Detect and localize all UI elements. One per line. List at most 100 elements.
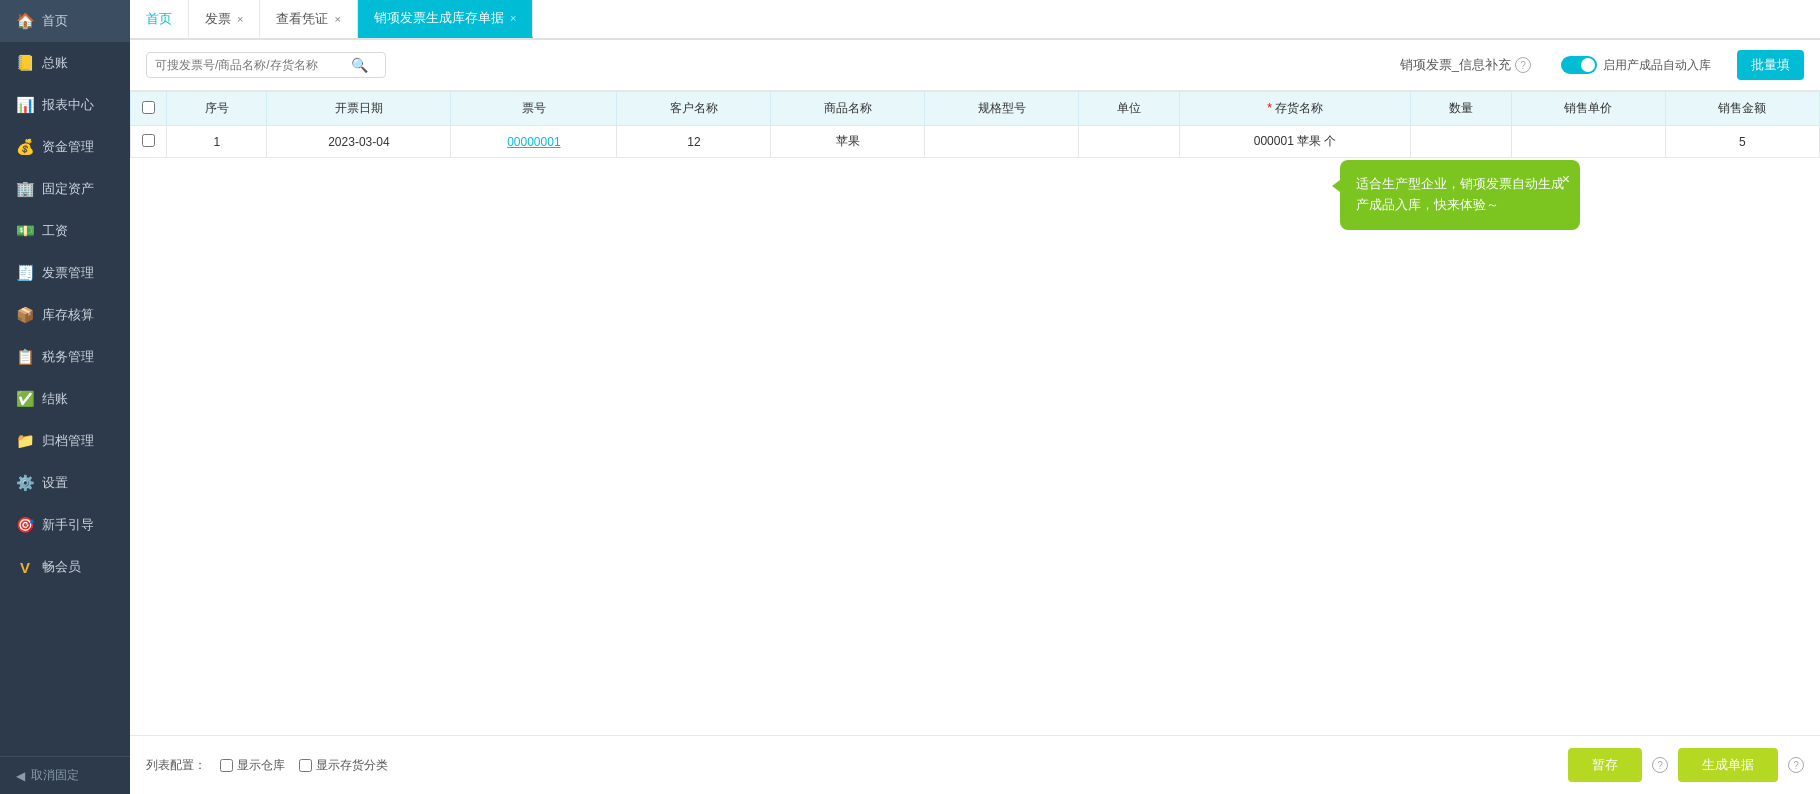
generate-info-icon[interactable]: ? — [1788, 757, 1804, 773]
fund-icon: 💰 — [16, 138, 34, 156]
tooltip-bubble: × 适合生产型企业，销项发票自动生成产成品入库，快来体验～ — [1340, 160, 1580, 230]
save-button[interactable]: 暂存 — [1568, 748, 1642, 782]
ledger-icon: 📒 — [16, 54, 34, 72]
sidebar-item-fund-management[interactable]: 💰 资金管理 — [0, 126, 130, 168]
sidebar-item-report-center[interactable]: 📊 报表中心 — [0, 84, 130, 126]
toggle-area: 启用产成品自动入库 — [1561, 56, 1711, 74]
tab-cancel-invoice[interactable]: 销项发票生成库存单据 × — [358, 0, 533, 38]
th-inventory-name: 存货名称 — [1179, 92, 1411, 126]
building-icon: 🏢 — [16, 180, 34, 198]
sidebar-item-label: 资金管理 — [42, 138, 94, 156]
th-product-name: 商品名称 — [771, 92, 925, 126]
sidebar-item-label: 首页 — [42, 12, 68, 30]
inventory-icon: 📦 — [16, 306, 34, 324]
table-row: 1 2023-03-04 00000001 12 苹果 000001 苹果 个 … — [131, 126, 1820, 158]
sidebar-item-new-guide[interactable]: 🎯 新手引导 — [0, 504, 130, 546]
list-config-label: 列表配置： — [146, 757, 206, 774]
settings-icon: ⚙️ — [16, 474, 34, 492]
bottom-actions: 暂存 ? 生成单据 ? — [1568, 748, 1804, 782]
show-warehouse-label[interactable]: 显示仓库 — [220, 757, 285, 774]
archive-icon: 📁 — [16, 432, 34, 450]
select-all-checkbox[interactable] — [142, 101, 155, 114]
cell-unit-price — [1511, 126, 1665, 158]
row-checkbox[interactable] — [142, 134, 155, 147]
sidebar-item-settings[interactable]: ⚙️ 设置 — [0, 462, 130, 504]
info-text: 销项发票_信息补充 — [1400, 56, 1511, 74]
th-unit: 单位 — [1079, 92, 1179, 126]
toolbar-top: 🔍 销项发票_信息补充 ? 启用产成品自动入库 批量填 — [130, 40, 1820, 91]
search-input[interactable] — [155, 58, 345, 72]
th-seq: 序号 — [167, 92, 267, 126]
sidebar-item-label: 归档管理 — [42, 432, 94, 450]
batch-fill-button[interactable]: 批量填 — [1737, 50, 1804, 80]
sidebar-item-home[interactable]: 🏠 首页 — [0, 0, 130, 42]
sidebar-item-settlement[interactable]: ✅ 结账 — [0, 378, 130, 420]
page-area: 🔍 销项发票_信息补充 ? 启用产成品自动入库 批量填 — [130, 40, 1820, 794]
tab-invoice[interactable]: 发票 × — [189, 0, 260, 38]
tax-icon: 📋 — [16, 348, 34, 366]
th-open-date: 开票日期 — [267, 92, 451, 126]
tooltip-close-button[interactable]: × — [1562, 168, 1570, 190]
tab-home[interactable]: 首页 — [130, 0, 189, 38]
sidebar-item-archive-management[interactable]: 📁 归档管理 — [0, 420, 130, 462]
tab-cancel-invoice-label: 销项发票生成库存单据 — [374, 9, 504, 27]
payroll-icon: 💵 — [16, 222, 34, 240]
cell-customer-name: 12 — [617, 126, 771, 158]
bottom-bar: 列表配置： 显示仓库 显示存货分类 暂存 ? 生成单据 ? — [130, 735, 1820, 794]
sidebar-item-label: 新手引导 — [42, 516, 94, 534]
auto-warehouse-toggle[interactable] — [1561, 56, 1597, 74]
cell-product-name: 苹果 — [771, 126, 925, 158]
th-qty: 数量 — [1411, 92, 1511, 126]
sidebar-item-vip[interactable]: V 畅会员 — [0, 546, 130, 588]
sidebar-item-invoice-management[interactable]: 🧾 发票管理 — [0, 252, 130, 294]
vip-icon: V — [16, 559, 34, 576]
tab-cancel-invoice-close[interactable]: × — [510, 12, 516, 24]
sidebar-bottom-action[interactable]: ◀ 取消固定 — [0, 756, 130, 794]
th-sales-amount: 销售金额 — [1665, 92, 1819, 126]
tab-home-label: 首页 — [146, 10, 172, 28]
home-icon: 🏠 — [16, 12, 34, 30]
cancel-pin-label: 取消固定 — [31, 767, 79, 784]
tab-invoice-label: 发票 — [205, 10, 231, 28]
cell-open-date: 2023-03-04 — [267, 126, 451, 158]
settlement-icon: ✅ — [16, 390, 34, 408]
cell-spec-model — [925, 126, 1079, 158]
tab-view-voucher-label: 查看凭证 — [276, 10, 328, 28]
guide-icon: 🎯 — [16, 516, 34, 534]
cell-qty — [1411, 126, 1511, 158]
search-box[interactable]: 🔍 — [146, 52, 386, 78]
report-icon: 📊 — [16, 96, 34, 114]
sidebar-item-payroll[interactable]: 💵 工资 — [0, 210, 130, 252]
sidebar-item-inventory[interactable]: 📦 库存核算 — [0, 294, 130, 336]
main-area: 首页 发票 × 查看凭证 × 销项发票生成库存单据 × 🔍 销项发票_信息补充 — [130, 0, 1820, 794]
tab-view-voucher[interactable]: 查看凭证 × — [260, 0, 357, 38]
cell-sales-amount: 5 — [1665, 126, 1819, 158]
show-category-label[interactable]: 显示存货分类 — [299, 757, 388, 774]
tab-invoice-close[interactable]: × — [237, 13, 243, 25]
sidebar-item-general-ledger[interactable]: 📒 总账 — [0, 42, 130, 84]
save-info-icon[interactable]: ? — [1652, 757, 1668, 773]
show-warehouse-checkbox[interactable] — [220, 759, 233, 772]
cell-ticket-no: 00000001 — [451, 126, 617, 158]
tab-view-voucher-close[interactable]: × — [334, 13, 340, 25]
search-icon[interactable]: 🔍 — [351, 57, 368, 73]
sidebar-item-tax-management[interactable]: 📋 税务管理 — [0, 336, 130, 378]
show-category-checkbox[interactable] — [299, 759, 312, 772]
sidebar-item-label: 库存核算 — [42, 306, 94, 324]
info-icon[interactable]: ? — [1515, 57, 1531, 73]
tab-bar: 首页 发票 × 查看凭证 × 销项发票生成库存单据 × — [130, 0, 1820, 40]
sidebar-item-fixed-assets[interactable]: 🏢 固定资产 — [0, 168, 130, 210]
th-spec-model: 规格型号 — [925, 92, 1079, 126]
sidebar: 🏠 首页 📒 总账 📊 报表中心 💰 资金管理 🏢 固定资产 💵 工资 🧾 发票… — [0, 0, 130, 794]
sidebar-item-label: 结账 — [42, 390, 68, 408]
sidebar-item-label: 畅会员 — [42, 558, 81, 576]
ticket-no-link[interactable]: 00000001 — [507, 135, 560, 149]
info-label-area: 销项发票_信息补充 ? — [1400, 56, 1531, 74]
cell-seq: 1 — [167, 126, 267, 158]
th-checkbox — [131, 92, 167, 126]
th-ticket-no: 票号 — [451, 92, 617, 126]
th-customer-name: 客户名称 — [617, 92, 771, 126]
generate-button[interactable]: 生成单据 — [1678, 748, 1778, 782]
tooltip-text: 适合生产型企业，销项发票自动生成产成品入库，快来体验～ — [1356, 176, 1564, 212]
sidebar-item-label: 设置 — [42, 474, 68, 492]
